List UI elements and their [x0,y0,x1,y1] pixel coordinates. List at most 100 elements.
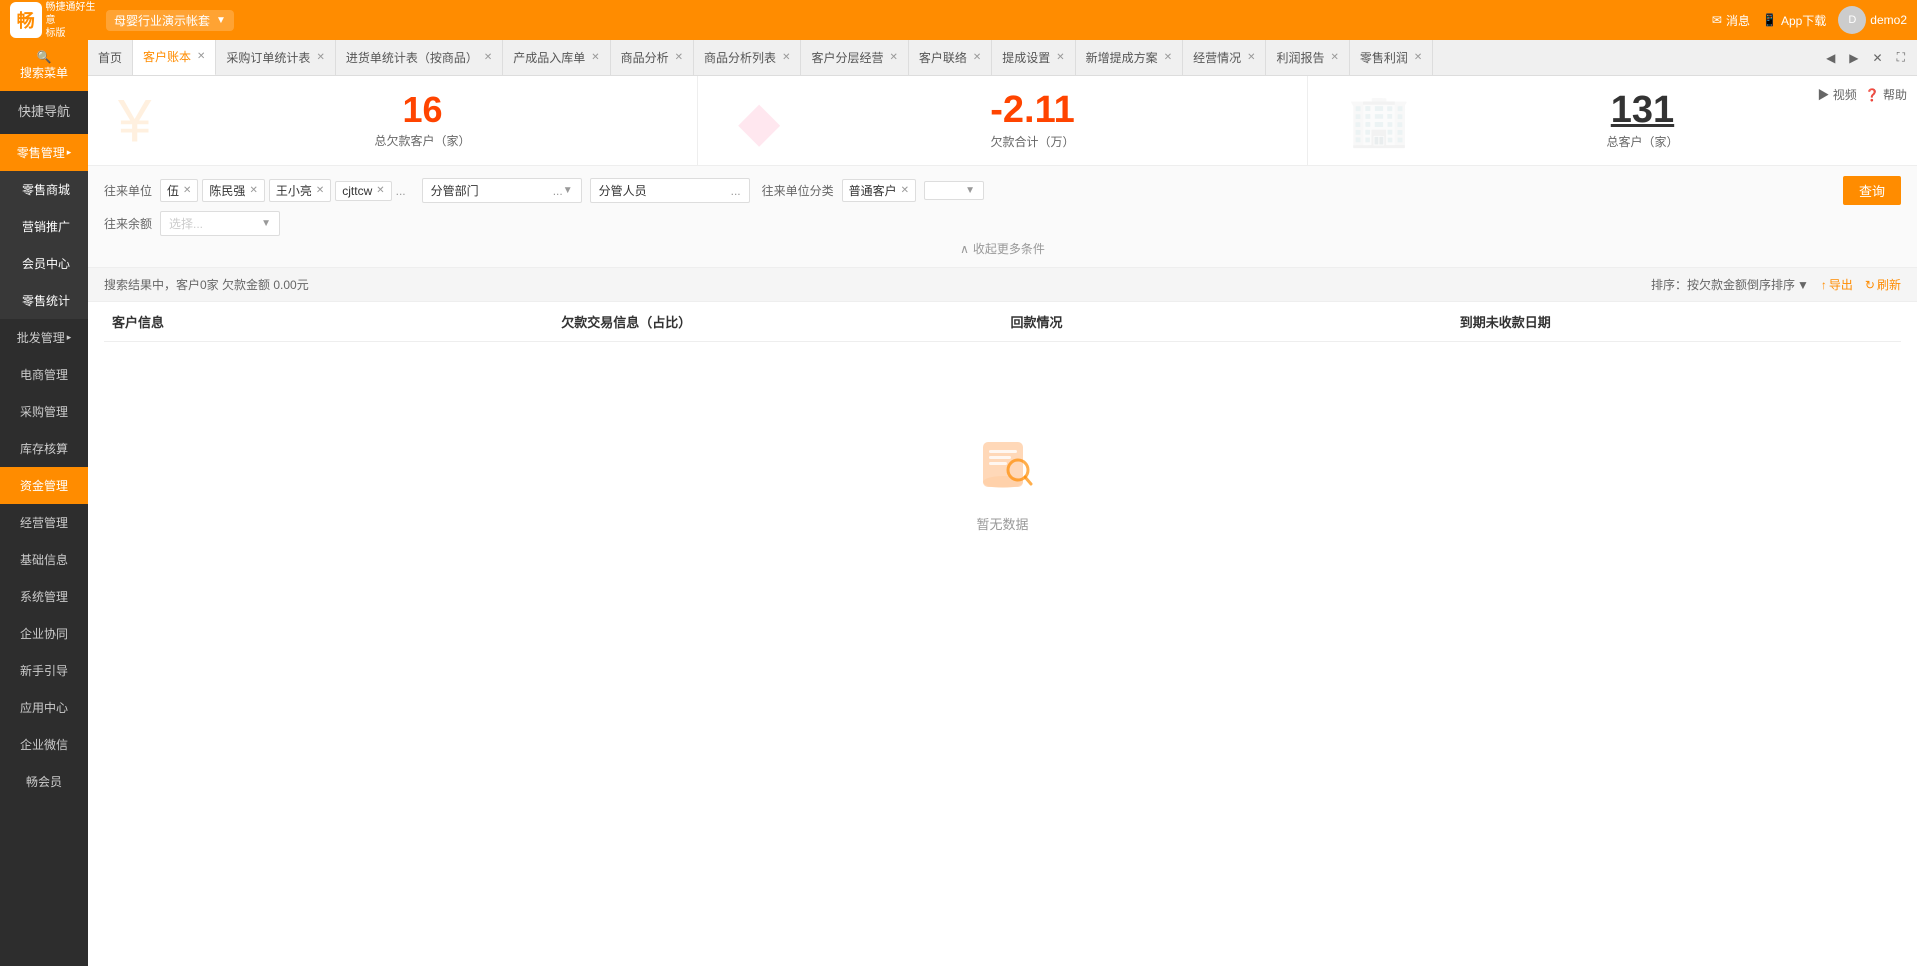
tab-goods-stats[interactable]: 进货单统计表（按商品） ✕ [336,40,503,76]
close-icon2[interactable]: ✕ [316,52,324,63]
sidebar-item-member[interactable]: 会员中心 [0,245,88,282]
close-icon4[interactable]: ✕ [591,52,599,63]
result-bar: 搜索结果中，客户0家 欠款金额 0.00元 排序：按欠款金额倒序排序 ▼ ↑ 导… [88,268,1917,302]
chevron-down-icon4: ▼ [261,218,271,229]
result-actions: 排序：按欠款金额倒序排序 ▼ ↑ 导出 ↻ 刷新 [1651,276,1901,293]
export-icon: ↑ [1821,278,1827,292]
sidebar-item-finance[interactable]: 资金管理 [0,467,88,504]
sidebar-item-operations[interactable]: 经营管理 [0,504,88,541]
sidebar-item-base-info[interactable]: 基础信息 [0,541,88,578]
sidebar-item-marketing[interactable]: 营销推广 [0,208,88,245]
main-content: ¥ 16 总欠款客户（家） ◆ -2.11 欠款合计（万） [88,76,1917,966]
tab-home[interactable]: 首页 [88,40,133,76]
logo: 畅 畅捷通好生意 标版 [10,1,98,40]
table-header: 客户信息 欠款交易信息（占比） 回款情况 到期未收款日期 [104,302,1901,342]
filter-tag-wang[interactable]: 王小亮 ✕ [269,179,331,202]
close-icon[interactable]: ✕ [197,51,205,62]
empty-text: 暂无数据 [976,514,1028,533]
tab-goods-list[interactable]: 商品分析列表 ✕ [694,40,801,76]
query-button[interactable]: 查询 [1843,176,1901,205]
filter-tag-cjttcw[interactable]: cjttcw ✕ [335,181,391,201]
video-button[interactable]: ▶ 视频 [1817,86,1856,103]
sort-select[interactable]: 排序：按欠款金额倒序排序 ▼ [1651,276,1809,293]
close-icon13[interactable]: ✕ [1414,52,1422,63]
tab-bar: 首页 客户账本 ✕ 采购订单统计表 ✕ 进货单统计表（按商品） ✕ 产成品入库单… [88,40,1917,76]
tab-retail-profit[interactable]: 零售利润 ✕ [1350,40,1433,76]
close-icon9[interactable]: ✕ [1056,52,1064,63]
stats-row: ¥ 16 总欠款客户（家） ◆ -2.11 欠款合计（万） [88,76,1917,166]
tag-close-icon3[interactable]: ✕ [316,185,324,196]
sidebar-item-purchase[interactable]: 采购管理 [0,393,88,430]
tab-scroll-right[interactable]: ▶ [1845,51,1862,65]
tab-close-all[interactable]: ✕ [1869,51,1887,65]
unit-type-select[interactable]: ▼ [924,181,984,200]
filter-more-tags[interactable]: ... [396,184,406,198]
sidebar-item-enterprise[interactable]: 企业协同 [0,615,88,652]
tab-customer-contact[interactable]: 客户联络 ✕ [909,40,992,76]
sidebar-item-ecommerce[interactable]: 电商管理 [0,356,88,393]
dept-select[interactable]: 分管部门 ... ▼ [422,178,582,203]
tab-purchase-stats[interactable]: 采购订单统计表 ✕ [216,40,335,76]
unit-type-tags: 普通客户 ✕ [842,179,916,202]
col-payment: 回款情况 [1003,312,1452,331]
tab-product-in[interactable]: 产成品入库单 ✕ [503,40,610,76]
download-icon: 📱 [1762,13,1777,27]
sidebar-item-quick-nav[interactable]: 快捷导航 [0,91,88,130]
dept-more-icon: ... [553,184,563,198]
sidebar-item-guide[interactable]: 新手引导 [0,652,88,689]
person-select[interactable]: 分管人员 ... [590,178,750,203]
close-icon11[interactable]: ✕ [1247,52,1255,63]
sidebar-item-app-center[interactable]: 应用中心 [0,689,88,726]
tab-business[interactable]: 经营情况 ✕ [1183,40,1266,76]
filter-tag-chen[interactable]: 陈民强 ✕ [202,179,264,202]
app-download-button[interactable]: 📱 App下载 [1762,12,1826,29]
sidebar-item-wechat[interactable]: 企业微信 [0,726,88,763]
tag-close-icon5[interactable]: ✕ [901,185,909,196]
tab-new-commission[interactable]: 新增提成方案 ✕ [1076,40,1183,76]
close-icon3[interactable]: ✕ [484,52,492,63]
export-button[interactable]: ↑ 导出 [1821,276,1853,293]
sidebar-item-inventory[interactable]: 库存核算 [0,430,88,467]
tab-profit[interactable]: 利润报告 ✕ [1266,40,1349,76]
filter-tag-wu[interactable]: 伍 ✕ [160,179,198,202]
filter-tag-normal-customer[interactable]: 普通客户 ✕ [842,179,916,202]
close-icon6[interactable]: ✕ [782,52,790,63]
stat-debt-number: -2.11 [990,91,1075,129]
workspace-selector[interactable]: 母婴行业演示帐套 ▼ [106,10,234,31]
tab-scroll-left[interactable]: ◀ [1822,51,1839,65]
tab-maximize[interactable]: ⛶ [1893,50,1909,65]
tag-close-icon4[interactable]: ✕ [376,185,384,196]
message-icon: ✉ [1712,13,1722,27]
close-icon8[interactable]: ✕ [973,52,981,63]
sidebar: 🔍 搜索菜单 快捷导航 零售管理 ▸ 零售商城 营销推广 会员中心 零售统计 [0,40,88,966]
tab-customer-tier[interactable]: 客户分层经营 ✕ [801,40,908,76]
refresh-button[interactable]: ↻ 刷新 [1865,276,1901,293]
collapse-button[interactable]: ∧ 收起更多条件 [104,240,1901,257]
close-icon10[interactable]: ✕ [1164,52,1172,63]
tab-goods-analysis[interactable]: 商品分析 ✕ [611,40,694,76]
video-help-area: ▶ 视频 ❓ 帮助 [1817,86,1907,103]
tag-close-icon[interactable]: ✕ [183,185,191,196]
sidebar-item-vip[interactable]: 畅会员 [0,763,88,800]
logo-text: 畅捷通好生意 标版 [46,1,99,40]
sidebar-item-retail[interactable]: 零售管理 ▸ [0,134,88,171]
stat-bg-icon-middle: ◆ [738,89,780,153]
sidebar-item-wholesale[interactable]: 批发管理 ▸ [0,319,88,356]
messages-button[interactable]: ✉ 消息 [1712,12,1750,29]
tab-commission-setting[interactable]: 提成设置 ✕ [992,40,1075,76]
sidebar-item-retail-stats[interactable]: 零售统计 [0,282,88,319]
search-menu-button[interactable]: 🔍 搜索菜单 [0,40,88,91]
close-icon5[interactable]: ✕ [675,52,683,63]
right-panel: 首页 客户账本 ✕ 采购订单统计表 ✕ 进货单统计表（按商品） ✕ 产成品入库单… [88,40,1917,966]
sidebar-item-retail-mall[interactable]: 零售商城 [0,171,88,208]
user-menu[interactable]: D demo2 [1838,6,1907,34]
close-icon12[interactable]: ✕ [1331,52,1339,63]
unit-type-label: 往来单位分类 [762,182,834,199]
sidebar-item-system[interactable]: 系统管理 [0,578,88,615]
tag-close-icon2[interactable]: ✕ [249,185,257,196]
tab-customer-ledger[interactable]: 客户账本 ✕ [133,40,216,76]
help-button[interactable]: ❓ 帮助 [1865,86,1907,103]
filter-tags: 伍 ✕ 陈民强 ✕ 王小亮 ✕ cjttcw ✕ [160,179,406,202]
balance-select[interactable]: 选择... ▼ [160,211,280,236]
close-icon7[interactable]: ✕ [889,52,897,63]
